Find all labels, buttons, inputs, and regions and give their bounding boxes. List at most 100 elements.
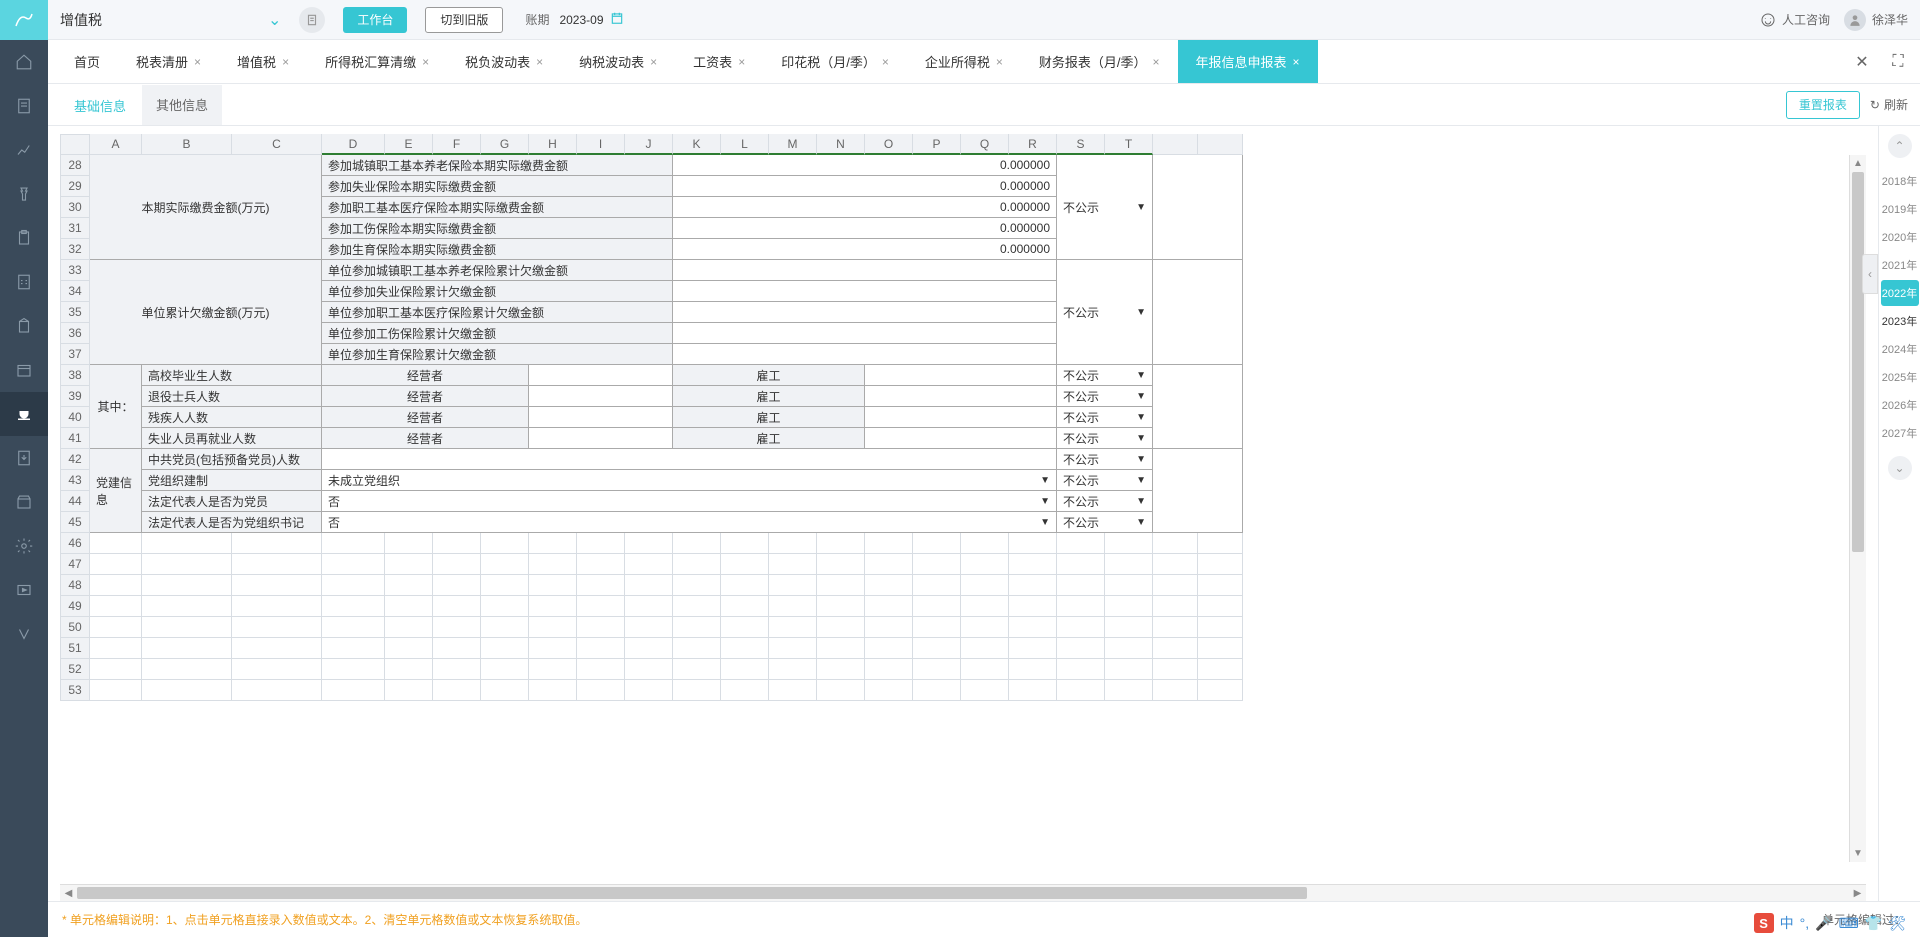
scroll-right-icon[interactable]: ▶ xyxy=(1849,888,1866,899)
cell-52-22[interactable] xyxy=(1198,659,1243,680)
tab-8[interactable]: 企业所得税× xyxy=(907,40,1021,83)
cell-53-14[interactable] xyxy=(817,680,865,701)
scroll-down-icon[interactable]: ▼ xyxy=(1850,845,1866,862)
b3-side-40[interactable]: 不公示▼ xyxy=(1057,407,1153,428)
col-header-J[interactable]: J xyxy=(625,134,673,155)
cell-47-9[interactable] xyxy=(577,554,625,575)
cell-53-9[interactable] xyxy=(577,680,625,701)
calendar-icon[interactable] xyxy=(610,11,624,28)
nav-export-icon[interactable] xyxy=(0,436,48,480)
cell-50-2[interactable] xyxy=(142,617,232,638)
support-link[interactable]: 人工咨询 xyxy=(1760,11,1830,28)
spreadsheet[interactable]: ABCDEFGHIJKLMNOPQRST28293031323334353637… xyxy=(60,134,1866,880)
cell-52-2[interactable] xyxy=(142,659,232,680)
col-header-undefined[interactable] xyxy=(1198,134,1243,155)
cell-53-2[interactable] xyxy=(142,680,232,701)
cell-51-3[interactable] xyxy=(232,638,322,659)
cell-48-1[interactable] xyxy=(90,575,142,596)
ime-mic-icon[interactable]: 🎤 xyxy=(1815,915,1832,932)
cell-47-8[interactable] xyxy=(529,554,577,575)
cell-47-15[interactable] xyxy=(865,554,913,575)
cell-51-10[interactable] xyxy=(625,638,673,659)
cell-52-3[interactable] xyxy=(232,659,322,680)
cell-53-4[interactable] xyxy=(322,680,385,701)
col-header-G[interactable]: G xyxy=(481,134,529,155)
year-panel-collapse-icon[interactable]: ‹ xyxy=(1862,254,1878,294)
ime-lang-icon[interactable]: 中 xyxy=(1780,913,1794,933)
col-header-O[interactable]: O xyxy=(865,134,913,155)
cell-51-11[interactable] xyxy=(673,638,721,659)
cell-53-11[interactable] xyxy=(673,680,721,701)
cell-47-1[interactable] xyxy=(90,554,142,575)
cell-52-9[interactable] xyxy=(577,659,625,680)
b3-side-39[interactable]: 不公示▼ xyxy=(1057,386,1153,407)
nav-clipboard-icon[interactable] xyxy=(0,216,48,260)
cell-48-10[interactable] xyxy=(625,575,673,596)
cell-46-10[interactable] xyxy=(625,533,673,554)
tab-close-icon[interactable]: × xyxy=(1153,55,1160,69)
cell-49-21[interactable] xyxy=(1153,596,1198,617)
cell-52-13[interactable] xyxy=(769,659,817,680)
cell-51-5[interactable] xyxy=(385,638,433,659)
cell-53-13[interactable] xyxy=(769,680,817,701)
tab-close-icon[interactable]: × xyxy=(1293,55,1300,69)
year-2020年[interactable]: 2020年 xyxy=(1881,224,1919,250)
cell-47-21[interactable] xyxy=(1153,554,1198,575)
cell-48-3[interactable] xyxy=(232,575,322,596)
cell-49-18[interactable] xyxy=(1009,596,1057,617)
b3-v1-38[interactable] xyxy=(529,365,673,386)
cell-46-13[interactable] xyxy=(769,533,817,554)
cell-50-20[interactable] xyxy=(1105,617,1153,638)
cell-53-17[interactable] xyxy=(961,680,1009,701)
b1-val-29[interactable]: 0.000000 xyxy=(673,176,1057,197)
tab-close-icon[interactable]: × xyxy=(650,55,657,69)
cell-52-15[interactable] xyxy=(865,659,913,680)
cell-53-10[interactable] xyxy=(625,680,673,701)
cell-48-11[interactable] xyxy=(673,575,721,596)
b1-val-32[interactable]: 0.000000 xyxy=(673,239,1057,260)
row-header-29[interactable]: 29 xyxy=(60,176,90,197)
b3-v2-41[interactable] xyxy=(865,428,1057,449)
row-header-40[interactable]: 40 xyxy=(60,407,90,428)
col-header-K[interactable]: K xyxy=(673,134,721,155)
cell-47-16[interactable] xyxy=(913,554,961,575)
col-header-Q[interactable]: Q xyxy=(961,134,1009,155)
nav-doc-icon[interactable] xyxy=(0,84,48,128)
col-header-F[interactable]: F xyxy=(433,134,481,155)
cell-51-6[interactable] xyxy=(433,638,481,659)
subtab-other[interactable]: 其他信息 xyxy=(142,85,222,125)
cell-49-8[interactable] xyxy=(529,596,577,617)
scroll-thumb[interactable] xyxy=(1852,172,1864,552)
cell-50-19[interactable] xyxy=(1057,617,1105,638)
cell-50-22[interactable] xyxy=(1198,617,1243,638)
cell-52-12[interactable] xyxy=(721,659,769,680)
cell-50-13[interactable] xyxy=(769,617,817,638)
cell-53-16[interactable] xyxy=(913,680,961,701)
cell-47-11[interactable] xyxy=(673,554,721,575)
col-header-B[interactable]: B xyxy=(142,134,232,155)
cell-49-7[interactable] xyxy=(481,596,529,617)
cell-47-4[interactable] xyxy=(322,554,385,575)
hscroll-thumb[interactable] xyxy=(77,887,1307,899)
cell-46-2[interactable] xyxy=(142,533,232,554)
b3-v2-38[interactable] xyxy=(865,365,1057,386)
b3-v1-40[interactable] xyxy=(529,407,673,428)
b3-v1-39[interactable] xyxy=(529,386,673,407)
b2-val-37[interactable] xyxy=(673,344,1057,365)
cell-50-4[interactable] xyxy=(322,617,385,638)
row-header-47[interactable]: 47 xyxy=(60,554,90,575)
cell-51-1[interactable] xyxy=(90,638,142,659)
tab-4[interactable]: 税负波动表× xyxy=(447,40,561,83)
subtab-basic[interactable]: 基础信息 xyxy=(60,85,140,125)
cell-46-8[interactable] xyxy=(529,533,577,554)
cell-46-18[interactable] xyxy=(1009,533,1057,554)
row-header-36[interactable]: 36 xyxy=(60,323,90,344)
col-header-D[interactable]: D xyxy=(322,134,385,155)
nav-money-icon[interactable] xyxy=(0,172,48,216)
cell-49-20[interactable] xyxy=(1105,596,1153,617)
year-2018年[interactable]: 2018年 xyxy=(1881,168,1919,194)
col-header-H[interactable]: H xyxy=(529,134,577,155)
cell-47-22[interactable] xyxy=(1198,554,1243,575)
cell-46-17[interactable] xyxy=(961,533,1009,554)
col-header-N[interactable]: N xyxy=(817,134,865,155)
